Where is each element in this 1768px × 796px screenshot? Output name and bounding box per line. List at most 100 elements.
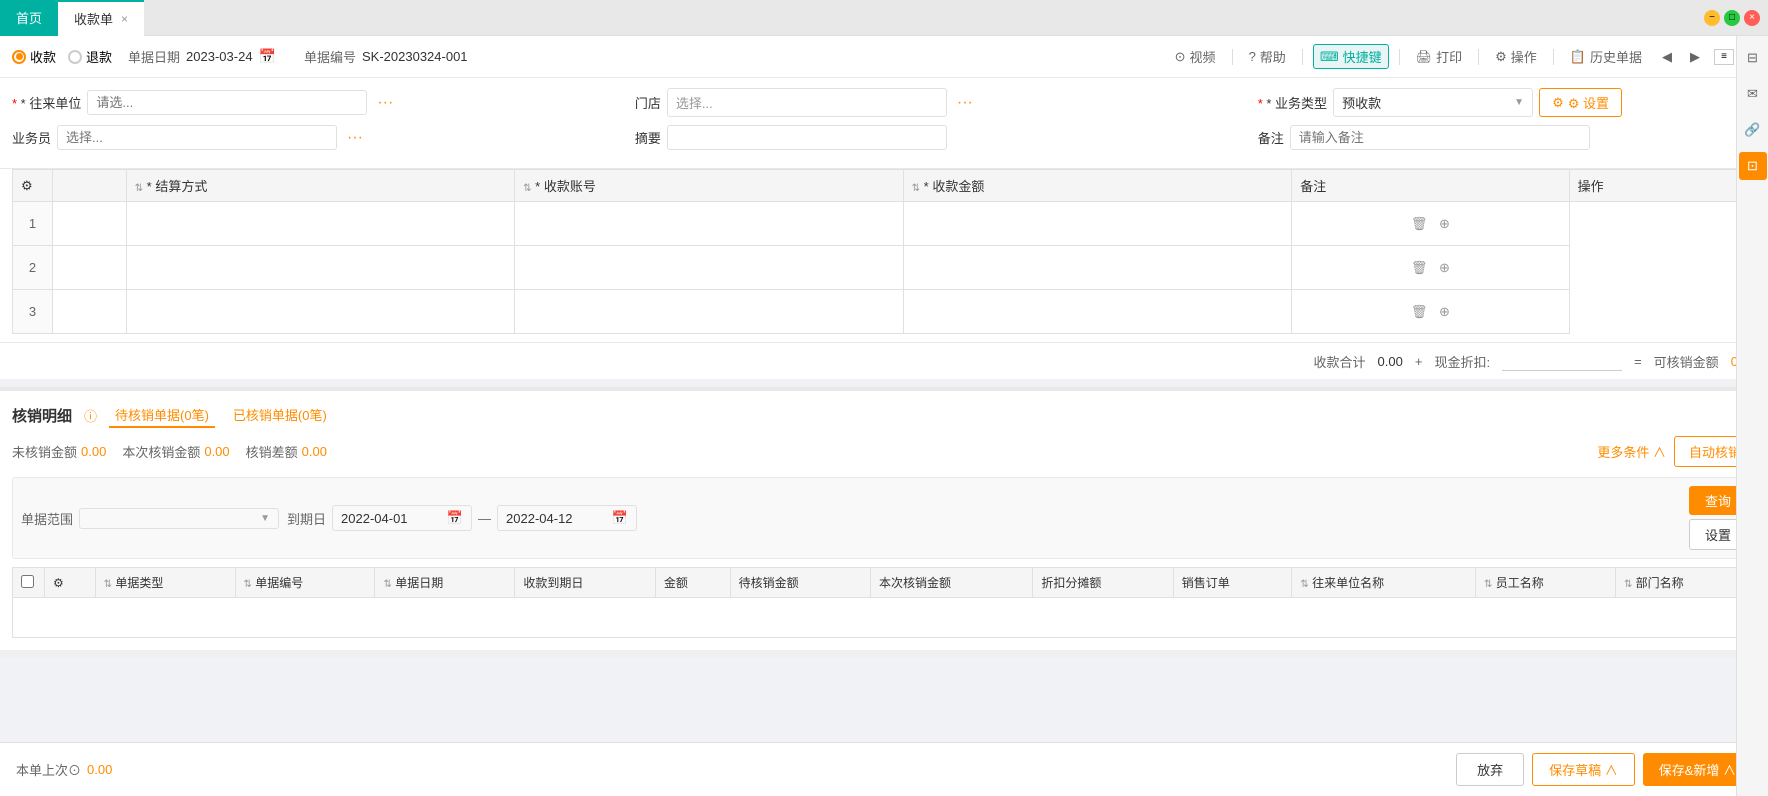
copy-icon-1[interactable]: ⊕ bbox=[1435, 214, 1454, 233]
divider-5 bbox=[1553, 49, 1554, 65]
scrollbar[interactable] bbox=[0, 650, 1768, 658]
remark-input[interactable] bbox=[1290, 125, 1590, 150]
row-3-remark[interactable] bbox=[903, 290, 1292, 334]
current-label: 本次核销金额 bbox=[122, 442, 200, 461]
th-settings-bottom[interactable]: ⚙ bbox=[45, 568, 96, 598]
ops-button[interactable]: ⚙ 操作 bbox=[1489, 45, 1543, 68]
row-3-account[interactable] bbox=[126, 290, 515, 334]
video-button[interactable]: ⊙ 视频 bbox=[1169, 45, 1222, 68]
tab-close-icon[interactable]: × bbox=[121, 12, 128, 26]
due-date-from-input[interactable]: 2022-04-01 📅 bbox=[332, 505, 472, 531]
equals-sign: = bbox=[1634, 354, 1642, 369]
store-placeholder: 选择... bbox=[676, 93, 938, 112]
receipt-table-section: ⚙ ⇅ * 结算方式 ⇅ * 收款账号 ⇅ * 收款金额 备注 操作 1 🗑 ⊕ bbox=[0, 169, 1768, 342]
settings-button[interactable]: ⚙ ⚙ 设置 bbox=[1539, 88, 1622, 117]
row-2-remark[interactable] bbox=[903, 246, 1292, 290]
date-to-value: 2022-04-12 bbox=[506, 511, 606, 526]
history-button[interactable]: 📋 历史单据 bbox=[1564, 45, 1648, 68]
row-2-settlement[interactable] bbox=[53, 246, 127, 290]
print-button[interactable]: 🖨 打印 bbox=[1410, 45, 1469, 68]
verify-info-icon[interactable]: ⓘ bbox=[84, 406, 97, 425]
store-more-icon[interactable]: ··· bbox=[953, 94, 977, 112]
row-2-account[interactable] bbox=[126, 246, 515, 290]
row-1-account[interactable] bbox=[126, 202, 515, 246]
th-checkbox[interactable] bbox=[13, 568, 45, 598]
date-from-value: 2022-04-01 bbox=[341, 511, 441, 526]
window-controls: − □ × bbox=[1704, 10, 1768, 26]
business-type-label: * 业务类型 bbox=[1258, 93, 1327, 112]
th-sales-order: 销售订单 bbox=[1173, 568, 1292, 598]
maximize-button[interactable]: □ bbox=[1724, 10, 1740, 26]
select-all-checkbox[interactable] bbox=[21, 575, 34, 588]
row-1-remark[interactable] bbox=[903, 202, 1292, 246]
pending-tab[interactable]: 待核销单据(0笔) bbox=[109, 403, 215, 428]
footer-stat-label: 本单上次⊙ bbox=[16, 760, 81, 779]
save-draft-button[interactable]: 保存草稿 ∧ bbox=[1532, 753, 1635, 786]
row-3-settlement[interactable] bbox=[53, 290, 127, 334]
copy-icon-3[interactable]: ⊕ bbox=[1435, 302, 1454, 321]
counterpart-more-icon[interactable]: ··· bbox=[373, 94, 397, 112]
panel-link-icon[interactable]: 🔗 bbox=[1739, 116, 1767, 144]
range-select[interactable]: ▼ bbox=[79, 508, 279, 529]
store-select[interactable]: 选择... bbox=[667, 88, 947, 117]
settings-icon: ⚙ bbox=[1552, 95, 1564, 111]
store-label: 门店 bbox=[635, 93, 661, 112]
list-view-icon[interactable]: ≡ bbox=[1714, 49, 1734, 65]
unverified-label: 未核销金额 bbox=[12, 442, 77, 461]
arrow-right-icon[interactable]: ▶ bbox=[1686, 47, 1704, 67]
th-row-num bbox=[53, 170, 127, 202]
row-2-ops: 🗑 ⊕ bbox=[1292, 246, 1569, 290]
delete-icon-2[interactable]: 🗑 bbox=[1407, 258, 1432, 277]
row-2-amount[interactable] bbox=[515, 246, 904, 290]
date-value[interactable]: 2023-03-24 bbox=[186, 49, 253, 64]
refund-radio[interactable]: 退款 bbox=[68, 47, 112, 66]
panel-screenshot-icon[interactable]: ⊡ bbox=[1739, 152, 1767, 180]
counterpart-input[interactable] bbox=[87, 90, 367, 115]
footer-stat: 本单上次⊙ 0.00 bbox=[16, 760, 112, 779]
tab-home[interactable]: 首页 bbox=[0, 0, 58, 36]
th-amount-bottom: 金额 bbox=[655, 568, 730, 598]
th-doc-type: ⇅ 单据类型 bbox=[95, 568, 235, 598]
chevron-down-icon: ▼ bbox=[1514, 97, 1524, 108]
due-date-to-input[interactable]: 2022-04-12 📅 bbox=[497, 505, 637, 531]
salesperson-input[interactable] bbox=[57, 125, 337, 150]
row-1-settlement[interactable] bbox=[53, 202, 127, 246]
arrow-left-icon[interactable]: ◀ bbox=[1658, 47, 1676, 67]
copy-icon-2[interactable]: ⊕ bbox=[1435, 258, 1454, 277]
business-type-select[interactable]: 预收款 ▼ bbox=[1333, 88, 1533, 117]
th-settlement: ⇅ * 结算方式 bbox=[126, 170, 515, 202]
doc-no-value[interactable]: SK-20230324-001 bbox=[362, 49, 468, 64]
abandon-button[interactable]: 放弃 bbox=[1456, 753, 1524, 786]
panel-email-icon[interactable]: ✉ bbox=[1739, 80, 1767, 108]
salesperson-label: 业务员 bbox=[12, 128, 51, 147]
receipt-radio[interactable]: 收款 bbox=[12, 47, 56, 66]
panel-table-icon[interactable]: ⊟ bbox=[1739, 44, 1767, 72]
done-tab[interactable]: 已核销单据(0笔) bbox=[227, 403, 333, 428]
th-settings[interactable]: ⚙ bbox=[13, 170, 53, 202]
salesperson-more-icon[interactable]: ··· bbox=[343, 129, 367, 147]
th-discount: 折扣分摊额 bbox=[1033, 568, 1173, 598]
cal-icon-from: 📅 bbox=[447, 510, 463, 526]
row-1-amount[interactable] bbox=[515, 202, 904, 246]
summary-input[interactable] bbox=[667, 125, 947, 150]
minimize-button[interactable]: − bbox=[1704, 10, 1720, 26]
delete-icon-1[interactable]: 🗑 bbox=[1407, 214, 1432, 233]
doc-no-field: 单据编号 SK-20230324-001 bbox=[304, 47, 468, 66]
remark-field: 备注 bbox=[1258, 125, 1756, 150]
close-button[interactable]: × bbox=[1744, 10, 1760, 26]
more-conditions-button[interactable]: 更多条件 ∧ bbox=[1597, 442, 1666, 461]
delete-icon-3[interactable]: 🗑 bbox=[1407, 302, 1432, 321]
discount-input[interactable] bbox=[1502, 351, 1622, 371]
footer-stat-value: 0.00 bbox=[87, 762, 112, 777]
calendar-icon[interactable]: 📅 bbox=[259, 48, 276, 65]
save-draft-label: 保存草稿 ∧ bbox=[1549, 760, 1618, 779]
verify-title: 核销明细 bbox=[12, 405, 72, 426]
shortcut-button[interactable]: ⌨ 快捷键 bbox=[1313, 44, 1389, 69]
date-range-dash: — bbox=[478, 511, 491, 526]
tab-receipt[interactable]: 收款单 × bbox=[58, 0, 144, 36]
right-panel: ⊟ ✉ 🔗 ⊡ bbox=[1736, 36, 1768, 796]
help-button[interactable]: ? 帮助 bbox=[1243, 45, 1292, 68]
verify-section: 核销明细 ⓘ 待核销单据(0笔) 已核销单据(0笔) 未核销金额 0.00 本次… bbox=[0, 387, 1768, 650]
table-header-row: ⚙ ⇅ * 结算方式 ⇅ * 收款账号 ⇅ * 收款金额 备注 操作 bbox=[13, 170, 1756, 202]
row-3-amount[interactable] bbox=[515, 290, 904, 334]
